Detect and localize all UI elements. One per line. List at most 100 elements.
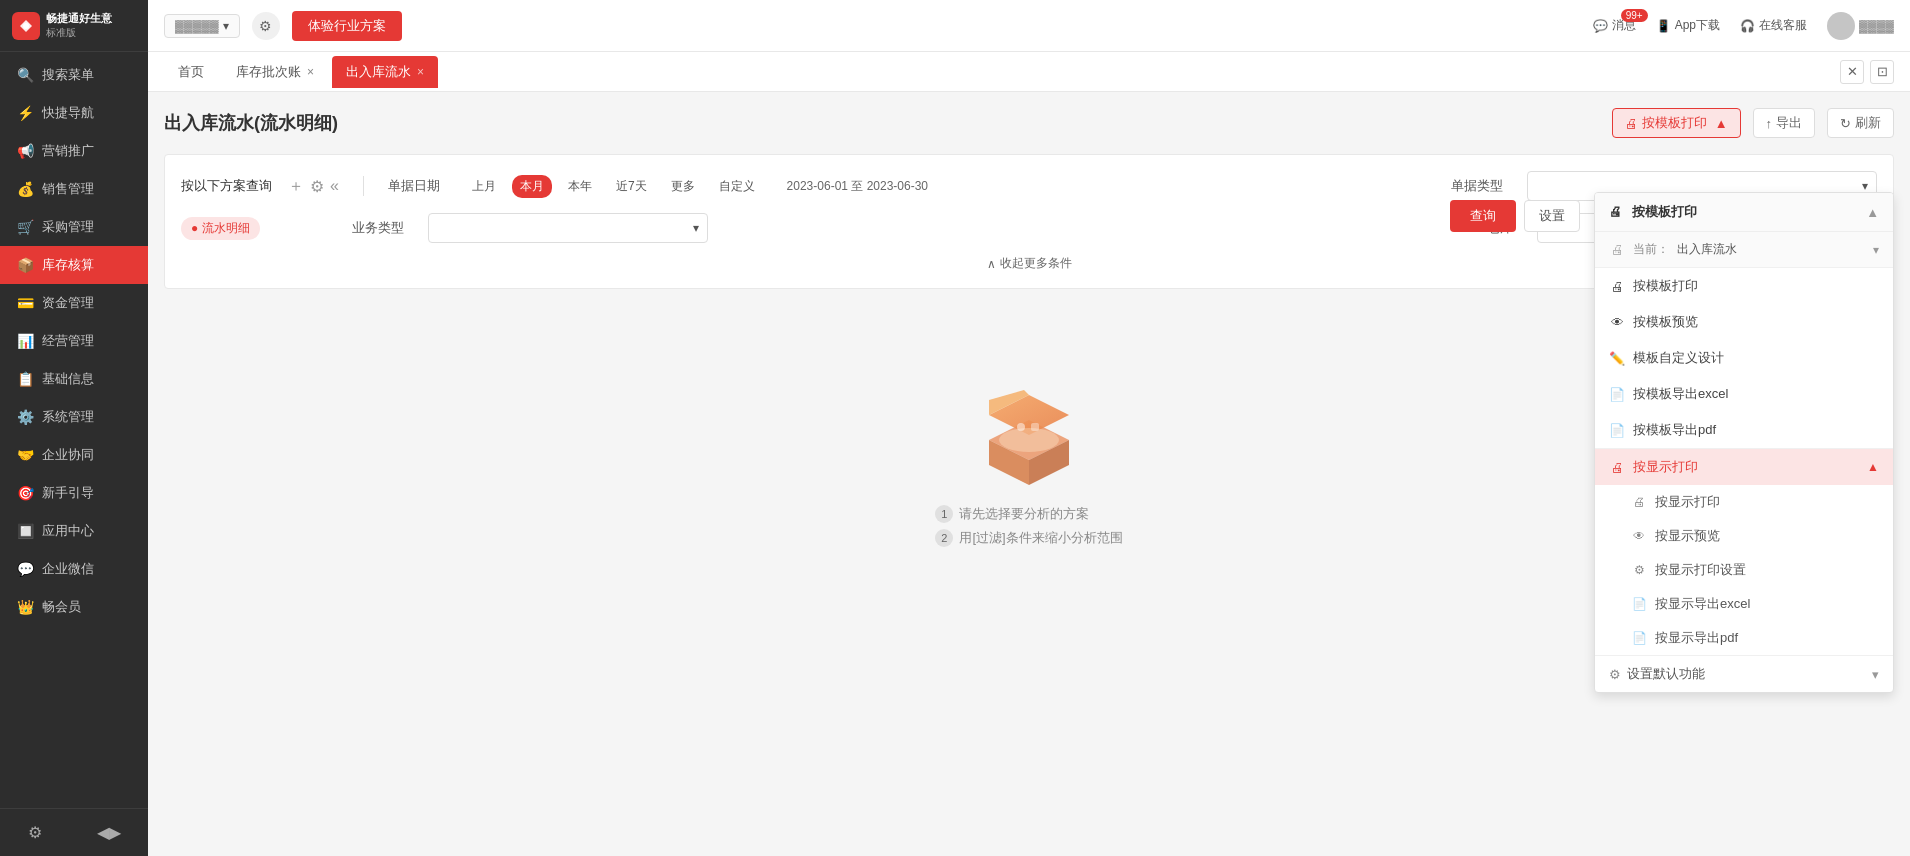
expand-tabs-btn[interactable]: ⊡ (1870, 60, 1894, 84)
display-section-header[interactable]: 🖨 按显示打印 ▲ (1595, 449, 1893, 485)
print-template-btn[interactable]: 🖨 按模板打印 ▲ (1612, 108, 1741, 138)
display-print-settings-item[interactable]: ⚙ 按显示打印设置 (1595, 553, 1893, 587)
collapse-more-btn[interactable]: ∧ 收起更多条件 (987, 255, 1072, 272)
date-btn-this-year[interactable]: 本年 (560, 175, 600, 198)
user-selector[interactable]: ▓▓▓▓▓ ▾ (164, 14, 240, 38)
print-dropdown-arrow: ▲ (1715, 116, 1728, 131)
collapse-sidebar-btn[interactable]: ◀▶ (91, 817, 127, 848)
date-btn-last-month[interactable]: 上月 (464, 175, 504, 198)
display-export-excel-item[interactable]: 📄 按显示导出excel (1595, 587, 1893, 621)
filter-tag-label: 流水明细 (202, 220, 250, 237)
online-service-btn[interactable]: 🎧 在线客服 (1740, 17, 1807, 34)
footer-icon: ⚙ (1609, 667, 1621, 682)
display-section-title: 按显示打印 (1633, 458, 1698, 476)
tab-inout-flow[interactable]: 出入库流水 × (332, 56, 438, 88)
query-btn[interactable]: 查询 (1450, 200, 1516, 232)
tab-home[interactable]: 首页 (164, 56, 218, 88)
display-print-item[interactable]: 🖨 按显示打印 (1595, 485, 1893, 519)
template-export-pdf-item[interactable]: 📄 按模板导出pdf (1595, 412, 1893, 448)
sidebar-item-marketing[interactable]: 📢 营销推广 (0, 132, 148, 170)
date-btn-this-month[interactable]: 本月 (512, 175, 552, 198)
sidebar-item-label: 基础信息 (42, 370, 94, 388)
sidebar-item-operations[interactable]: 📊 经营管理 (0, 322, 148, 360)
messages-btn[interactable]: 💬 消息 99+ (1593, 17, 1636, 34)
dropdown-header: 🖨 按模板打印 ▲ (1595, 193, 1893, 232)
template-print-item[interactable]: 🖨 按模板打印 (1595, 268, 1893, 304)
template-preview-icon: 👁 (1609, 314, 1625, 330)
sidebar-item-search[interactable]: 🔍 搜索菜单 (0, 56, 148, 94)
main-area: ▓▓▓▓▓ ▾ ⚙ 体验行业方案 💬 消息 99+ 📱 App下载 🎧 在线客服 (148, 0, 1910, 856)
tab-batch-account-close[interactable]: × (307, 65, 314, 79)
display-settings-icon: ⚙ (1631, 562, 1647, 578)
sidebar-item-label: 企业协同 (42, 446, 94, 464)
app-download-icon: 📱 (1656, 19, 1671, 33)
sidebar-bottom: ⚙ ◀▶ (0, 808, 148, 856)
template-preview-item[interactable]: 👁 按模板预览 (1595, 304, 1893, 340)
settings-bottom-btn[interactable]: ⚙ (22, 817, 48, 848)
tabbar-actions: ✕ ⊡ (1840, 60, 1894, 84)
app-download-btn[interactable]: 📱 App下载 (1656, 17, 1720, 34)
topbar-settings-btn[interactable]: ⚙ (252, 12, 280, 40)
topbar-right: 💬 消息 99+ 📱 App下载 🎧 在线客服 ▓▓▓▓ (1593, 12, 1894, 40)
user-avatar-area[interactable]: ▓▓▓▓ (1827, 12, 1894, 40)
template-export-excel-item[interactable]: 📄 按模板导出excel (1595, 376, 1893, 412)
date-label: 单据日期 (388, 177, 440, 195)
sidebar-item-app-center[interactable]: 🔲 应用中心 (0, 512, 148, 550)
set-btn[interactable]: 设置 (1524, 200, 1580, 232)
sidebar-item-label: 企业微信 (42, 560, 94, 578)
sidebar-item-label: 销售管理 (42, 180, 94, 198)
date-btn-custom[interactable]: 自定义 (711, 175, 763, 198)
collapse-label: 收起更多条件 (1000, 255, 1072, 272)
export-btn[interactable]: ↑ 导出 (1753, 108, 1816, 138)
sidebar-item-system[interactable]: ⚙️ 系统管理 (0, 398, 148, 436)
refresh-icon: ↻ (1840, 116, 1851, 131)
date-btn-more[interactable]: 更多 (663, 175, 703, 198)
display-preview-item[interactable]: 👁 按显示预览 (1595, 519, 1893, 553)
sidebar: 畅捷通好生意 标准版 🔍 搜索菜单 ⚡ 快捷导航 📢 营销推广 💰 销售管理 🛒… (0, 0, 148, 856)
display-section-icon: 🖨 (1609, 459, 1625, 475)
sidebar-item-label: 快捷导航 (42, 104, 94, 122)
page-title: 出入库流水(流水明细) (164, 111, 338, 135)
biz-type-dropdown[interactable]: ▾ (428, 213, 708, 243)
close-all-tabs-btn[interactable]: ✕ (1840, 60, 1864, 84)
sidebar-item-quick-nav[interactable]: ⚡ 快捷导航 (0, 94, 148, 132)
wechat-icon: 💬 (16, 560, 34, 578)
app-name: 畅捷通好生意 (46, 11, 112, 26)
dropdown-up-arrow[interactable]: ▲ (1866, 205, 1879, 220)
sidebar-item-wechat[interactable]: 💬 企业微信 (0, 550, 148, 588)
refresh-btn[interactable]: ↻ 刷新 (1827, 108, 1894, 138)
guide-icon: 🎯 (16, 484, 34, 502)
sidebar-item-cooperation[interactable]: 🤝 企业协同 (0, 436, 148, 474)
display-export-pdf-item[interactable]: 📄 按显示导出pdf (1595, 621, 1893, 655)
svg-point-0 (23, 23, 29, 29)
tab-inout-flow-close[interactable]: × (417, 65, 424, 79)
sidebar-item-finance[interactable]: 💳 资金管理 (0, 284, 148, 322)
tab-home-label: 首页 (178, 63, 204, 81)
date-range: 2023-06-01 至 2023-06-30 (787, 178, 928, 195)
tab-batch-account[interactable]: 库存批次账 × (222, 56, 328, 88)
tip-num-1: 1 (935, 505, 953, 523)
filter-settings-btn[interactable]: ⚙ (310, 177, 324, 196)
template-design-item[interactable]: ✏️ 模板自定义设计 (1595, 340, 1893, 376)
app-version: 标准版 (46, 26, 112, 40)
date-btn-7days[interactable]: 近7天 (608, 175, 655, 198)
sidebar-item-guide[interactable]: 🎯 新手引导 (0, 474, 148, 512)
footer-arrow: ▾ (1872, 667, 1879, 682)
sidebar-item-purchase[interactable]: 🛒 采购管理 (0, 208, 148, 246)
filter-collapse-btn[interactable]: « (330, 177, 339, 195)
sidebar-item-label: 搜索菜单 (42, 66, 94, 84)
dropdown-current-item[interactable]: 🖨 当前： 出入库流水 ▾ (1595, 232, 1893, 268)
display-print-label: 按显示打印 (1655, 493, 1720, 511)
sidebar-item-label: 库存核算 (42, 256, 94, 274)
dropdown-footer[interactable]: ⚙ 设置默认功能 ▾ (1595, 655, 1893, 692)
sidebar-item-basic-info[interactable]: 📋 基础信息 (0, 360, 148, 398)
template-print-icon: 🖨 (1609, 278, 1625, 294)
sidebar-item-vip[interactable]: 👑 畅会员 (0, 588, 148, 626)
type-dropdown-arrow: ▾ (1862, 179, 1868, 193)
sidebar-item-sales[interactable]: 💰 销售管理 (0, 170, 148, 208)
template-export-excel-icon: 📄 (1609, 386, 1625, 402)
sidebar-item-inventory[interactable]: 📦 库存核算 (0, 246, 148, 284)
add-filter-btn[interactable]: ＋ (288, 176, 304, 197)
industry-btn[interactable]: 体验行业方案 (292, 11, 402, 41)
sidebar-item-label: 畅会员 (42, 598, 81, 616)
